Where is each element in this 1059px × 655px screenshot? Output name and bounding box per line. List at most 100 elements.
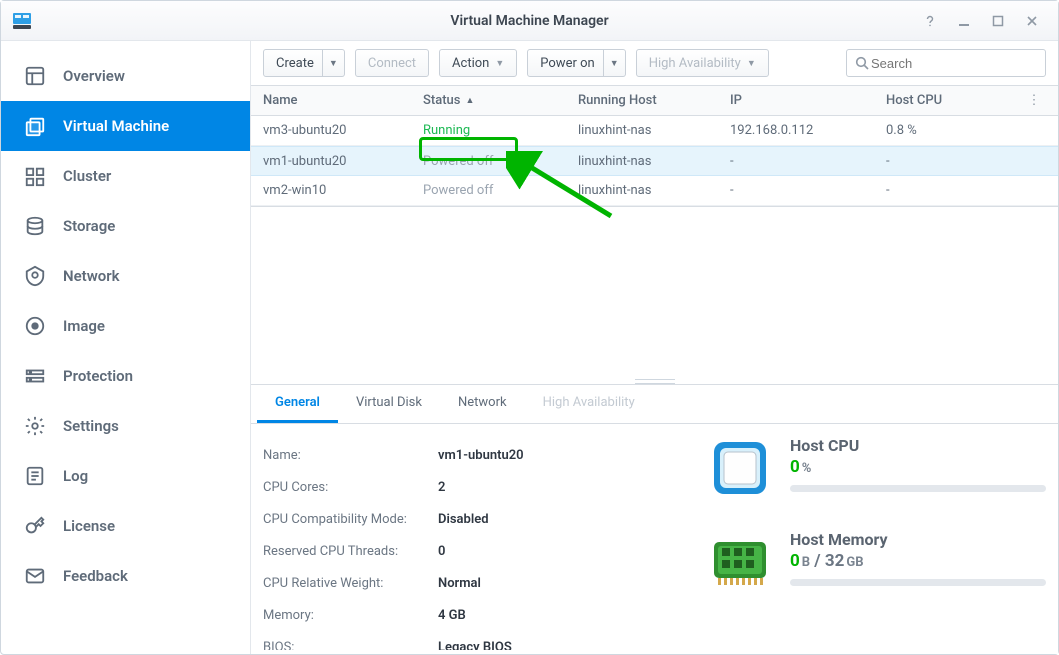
detail-pane: GeneralVirtual DiskNetworkHigh Availabil… <box>251 384 1058 654</box>
property-key: CPU Cores: <box>263 480 438 495</box>
sidebar-item-label: Storage <box>63 217 115 235</box>
property-value: Disabled <box>438 512 489 527</box>
host-cpu-title: Host CPU <box>790 436 1046 455</box>
window-titlebar: Virtual Machine Manager <box>1 1 1058 41</box>
sidebar-icon <box>23 164 47 188</box>
sidebar-icon <box>23 364 47 388</box>
col-cpu[interactable]: Host CPU <box>886 93 1026 108</box>
sidebar-item-license[interactable]: License <box>1 501 250 551</box>
sidebar-icon <box>23 214 47 238</box>
power-on-button[interactable]: Power on <box>527 49 603 77</box>
col-name[interactable]: Name <box>263 93 423 108</box>
sidebar-item-image[interactable]: Image <box>1 301 250 351</box>
sidebar-icon <box>23 264 47 288</box>
general-properties: Name:vm1-ubuntu20CPU Cores:2CPU Compatib… <box>263 436 686 650</box>
cell-status: Powered off <box>423 183 578 198</box>
create-dropdown[interactable]: ▼ <box>323 49 345 77</box>
search-icon <box>855 56 869 70</box>
property-key: CPU Relative Weight: <box>263 576 438 591</box>
sidebar-icon <box>23 114 47 138</box>
property-key: CPU Compatibility Mode: <box>263 512 438 527</box>
sidebar-item-protection[interactable]: Protection <box>1 351 250 401</box>
sidebar-icon <box>23 464 47 488</box>
cell-ip: - <box>730 183 886 198</box>
col-menu-icon[interactable]: ⋮ <box>1026 93 1042 108</box>
property-value: 2 <box>438 480 445 495</box>
property-row: Memory:4 GB <box>263 602 680 628</box>
cell-ip: 192.168.0.112 <box>730 123 886 138</box>
sidebar-icon <box>23 414 47 438</box>
tab-network[interactable]: Network <box>440 385 525 423</box>
create-button[interactable]: Create <box>263 49 323 77</box>
toolbar: Create ▼ Connect Action▼ Power on ▼ High… <box>251 41 1058 85</box>
cell-cpu: - <box>886 154 1026 169</box>
cell-name: vm1-ubuntu20 <box>263 154 423 169</box>
property-row: CPU Cores:2 <box>263 474 680 500</box>
sidebar-item-storage[interactable]: Storage <box>1 201 250 251</box>
maximize-icon[interactable] <box>990 13 1006 29</box>
sidebar-item-cluster[interactable]: Cluster <box>1 151 250 201</box>
sidebar-icon <box>23 514 47 538</box>
sidebar-item-overview[interactable]: Overview <box>1 51 250 101</box>
property-value: 0 <box>438 544 445 559</box>
high-availability-button[interactable]: High Availability▼ <box>636 49 769 77</box>
tab-high-availability: High Availability <box>525 385 653 423</box>
sidebar-item-label: Feedback <box>63 567 128 585</box>
detail-tabs: GeneralVirtual DiskNetworkHigh Availabil… <box>251 385 1058 424</box>
property-key: Memory: <box>263 608 438 623</box>
sidebar-item-label: Log <box>63 467 88 485</box>
sidebar-item-label: Virtual Machine <box>63 117 169 135</box>
cell-name: vm3-ubuntu20 <box>263 123 423 138</box>
cell-status: Powered off <box>423 154 578 169</box>
close-icon[interactable] <box>1024 13 1040 29</box>
search-input[interactable] <box>869 55 1037 72</box>
property-value: 4 GB <box>438 608 466 623</box>
sidebar-item-log[interactable]: Log <box>1 451 250 501</box>
host-cpu-value: 0% <box>790 457 1046 477</box>
col-status[interactable]: Status▲ <box>423 93 578 108</box>
cell-host: linuxhint-nas <box>578 123 730 138</box>
sidebar-icon <box>23 314 47 338</box>
sidebar-icon <box>23 564 47 588</box>
cell-cpu: - <box>886 183 1026 198</box>
app-icon <box>11 10 33 32</box>
property-row: BIOS:Legacy BIOS <box>263 634 680 650</box>
sidebar-item-network[interactable]: Network <box>1 251 250 301</box>
sidebar-item-label: Network <box>63 267 120 285</box>
property-key: BIOS: <box>263 640 438 651</box>
property-row: CPU Relative Weight:Normal <box>263 570 680 596</box>
help-icon[interactable] <box>922 13 938 29</box>
cell-name: vm2-win10 <box>263 183 423 198</box>
memory-icon <box>708 530 772 594</box>
connect-button[interactable]: Connect <box>355 49 429 77</box>
col-ip[interactable]: IP <box>730 93 886 108</box>
sidebar-icon <box>23 64 47 88</box>
table-row[interactable]: vm2-win10Powered offlinuxhint-nas-- <box>251 176 1058 206</box>
sidebar-item-label: Protection <box>63 367 133 385</box>
tab-virtual-disk[interactable]: Virtual Disk <box>338 385 440 423</box>
table-row[interactable]: vm3-ubuntu20Runninglinuxhint-nas192.168.… <box>251 116 1058 146</box>
sort-asc-icon: ▲ <box>465 95 474 106</box>
sidebar-item-settings[interactable]: Settings <box>1 401 250 451</box>
sidebar: Overview Virtual Machine Cluster Storage Net… <box>1 41 251 654</box>
host-cpu-bar <box>790 485 1046 492</box>
action-button[interactable]: Action▼ <box>439 49 517 77</box>
tab-general[interactable]: General <box>257 385 338 423</box>
power-dropdown[interactable]: ▼ <box>604 49 626 77</box>
table-row[interactable]: vm1-ubuntu20Powered offlinuxhint-nas-- <box>251 146 1058 176</box>
cell-host: linuxhint-nas <box>578 154 730 169</box>
minimize-icon[interactable] <box>956 13 972 29</box>
sidebar-item-label: Overview <box>63 67 125 85</box>
cell-ip: - <box>730 154 886 169</box>
col-host[interactable]: Running Host <box>578 93 730 108</box>
property-row: CPU Compatibility Mode:Disabled <box>263 506 680 532</box>
host-memory-metric: Host Memory 0B / 32GB <box>708 530 1046 594</box>
host-memory-value: 0B / 32GB <box>790 551 1046 571</box>
cell-status: Running <box>423 123 578 138</box>
sidebar-item-feedback[interactable]: Feedback <box>1 551 250 601</box>
vm-table: Name Status▲ Running Host IP Host CPU ⋮ … <box>251 85 1058 207</box>
search-box[interactable] <box>846 49 1046 77</box>
property-key: Name: <box>263 448 438 463</box>
property-key: Reserved CPU Threads: <box>263 544 438 559</box>
sidebar-item-virtual-machine[interactable]: Virtual Machine <box>1 101 250 151</box>
